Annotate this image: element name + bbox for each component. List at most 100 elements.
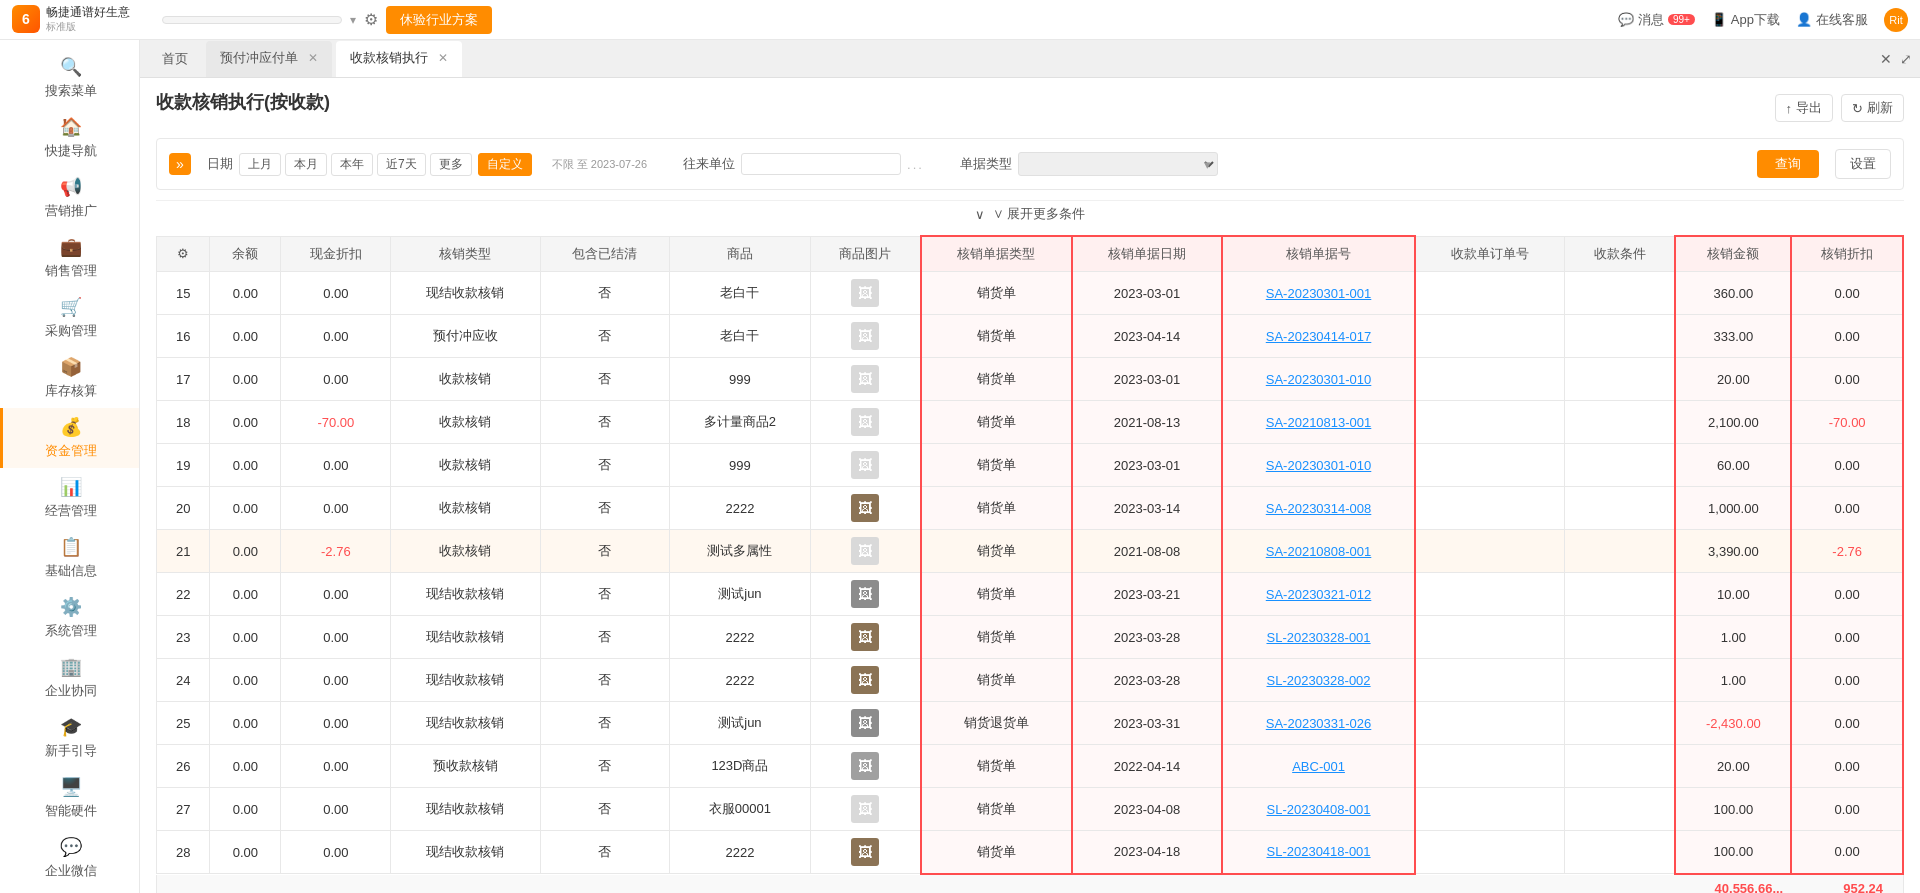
bill-no-link[interactable]: SL-20230408-001 [1266, 802, 1370, 817]
cell-collection-condition [1565, 272, 1676, 315]
cell-balance: 0.00 [210, 702, 281, 745]
bill-no-link[interactable]: SA-20210813-001 [1266, 415, 1372, 430]
sidebar-item-sys-mgmt[interactable]: ⚙️系统管理 [0, 588, 139, 648]
tab-home[interactable]: 首页 [148, 42, 202, 76]
query-button[interactable]: 查询 [1757, 150, 1819, 178]
cell-bill-no[interactable]: SA-20230301-010 [1222, 444, 1414, 487]
sidebar-item-enterprise-wx[interactable]: 💬企业微信 [0, 828, 139, 888]
gear-icon[interactable]: ⚙ [364, 10, 378, 29]
sidebar-item-newbie[interactable]: 🎓新手引导 [0, 708, 139, 768]
bill-type-filter-select[interactable] [1018, 152, 1218, 176]
bill-no-link[interactable]: SL-20230328-001 [1266, 630, 1370, 645]
app-download-button[interactable]: 📱 App下载 [1711, 11, 1780, 29]
bill-no-link[interactable]: SA-20230301-001 [1266, 286, 1372, 301]
expand-conditions-button[interactable]: ∨ ∨ 展开更多条件 [156, 200, 1904, 227]
bill-no-link[interactable]: SA-20210808-001 [1266, 544, 1372, 559]
bill-no-link[interactable]: SA-20230301-010 [1266, 372, 1372, 387]
bill-no-link[interactable]: SA-20230301-010 [1266, 458, 1372, 473]
cell-bill-no[interactable]: SL-20230408-001 [1222, 788, 1414, 831]
cell-goods: 2222 [670, 487, 811, 530]
date-btn-上月[interactable]: 上月 [239, 153, 281, 176]
sidebar-item-purchase-mgmt[interactable]: 🛒采购管理 [0, 288, 139, 348]
tab-close-collection[interactable]: ✕ [438, 51, 448, 65]
sidebar-item-search-menu[interactable]: 🔍搜索菜单 [0, 48, 139, 108]
sidebar-item-sales-mgmt[interactable]: 💼销售管理 [0, 228, 139, 288]
sidebar-item-biz-mgmt[interactable]: 📊经营管理 [0, 468, 139, 528]
cell-bill-no[interactable]: SL-20230328-001 [1222, 616, 1414, 659]
cell-include-settled: 否 [540, 702, 670, 745]
cell-verify-type: 收款核销 [391, 487, 540, 530]
setting-button[interactable]: 设置 [1835, 149, 1891, 179]
cell-goods-img: 🖼 [810, 831, 921, 874]
cell-goods: 2222 [670, 616, 811, 659]
tab-close-prepay[interactable]: ✕ [308, 51, 318, 65]
cell-balance: 0.00 [210, 831, 281, 874]
cell-balance: 0.00 [210, 530, 281, 573]
online-service-button[interactable]: 👤 在线客服 [1796, 11, 1868, 29]
cell-goods: 多计量商品2 [670, 401, 811, 444]
cell-verify-type: 收款核销 [391, 358, 540, 401]
message-button[interactable]: 💬 消息 99+ [1618, 11, 1695, 29]
sidebar-item-smart-hw[interactable]: 🖥️智能硬件 [0, 768, 139, 828]
product-image: 🖼 [851, 451, 879, 479]
bill-no-link[interactable]: ABC-001 [1292, 759, 1345, 774]
partner-filter-input[interactable] [741, 153, 901, 175]
cell-bill-no[interactable]: SA-20230314-008 [1222, 487, 1414, 530]
date-btn-更多[interactable]: 更多 [430, 153, 472, 176]
cell-verify-type: 收款核销 [391, 444, 540, 487]
sidebar-item-inventory[interactable]: 📦库存核算 [0, 348, 139, 408]
cell-bill-type: 销货单 [921, 788, 1072, 831]
bill-no-link[interactable]: SA-20230314-008 [1266, 501, 1372, 516]
sidebar: 🔍搜索菜单🏠快捷导航📢营销推广💼销售管理🛒采购管理📦库存核算💰资金管理📊经营管理… [0, 40, 140, 893]
cell-bill-no[interactable]: SL-20230418-001 [1222, 831, 1414, 874]
cell-collection-condition [1565, 573, 1676, 616]
cell-bill-no[interactable]: SA-20230321-012 [1222, 573, 1414, 616]
cell-verify-amount: 1.00 [1675, 616, 1791, 659]
sidebar-icon-smart-hw: 🖥️ [60, 776, 82, 798]
tab-collection[interactable]: 收款核销执行✕ [336, 41, 462, 77]
cell-collection-condition [1565, 358, 1676, 401]
chevron-down-icon[interactable]: ▾ [350, 13, 356, 27]
cell-bill-no[interactable]: SA-20210808-001 [1222, 530, 1414, 573]
cell-cash-discount: 0.00 [281, 487, 391, 530]
cell-verify-type: 收款核销 [391, 530, 540, 573]
filter-bar: » 日期 上月本月本年近7天更多 自定义 不限 至 2023-07-26 往来单… [156, 138, 1904, 190]
cell-include-settled: 否 [540, 530, 670, 573]
sidebar-item-fund-mgmt[interactable]: 💰资金管理 [0, 408, 139, 468]
user-avatar[interactable]: Rit [1884, 8, 1908, 32]
sidebar-item-enterprise[interactable]: 🏢企业协同 [0, 648, 139, 708]
sidebar-item-quick-nav[interactable]: 🏠快捷导航 [0, 108, 139, 168]
filter-expand-button[interactable]: » [169, 153, 191, 175]
bill-no-link[interactable]: SA-20230331-026 [1266, 716, 1372, 731]
custom-date-button[interactable]: 自定义 [478, 153, 532, 176]
date-btn-本月[interactable]: 本月 [285, 153, 327, 176]
export-button[interactable]: ↑ 导出 [1775, 94, 1834, 122]
cell-bill-type: 销货单 [921, 616, 1072, 659]
cell-bill-no[interactable]: SA-20230414-017 [1222, 315, 1414, 358]
cell-include-settled: 否 [540, 315, 670, 358]
cell-bill-no[interactable]: ABC-001 [1222, 745, 1414, 788]
bill-no-link[interactable]: SL-20230418-001 [1266, 844, 1370, 859]
cell-bill-no[interactable]: SA-20210813-001 [1222, 401, 1414, 444]
window-close-icon[interactable]: ✕ [1880, 51, 1892, 67]
cell-bill-no[interactable]: SL-20230328-002 [1222, 659, 1414, 702]
bill-no-link[interactable]: SA-20230321-012 [1266, 587, 1372, 602]
sidebar-item-member[interactable]: V畅会员 [0, 888, 139, 893]
tab-prepay[interactable]: 预付冲应付单✕ [206, 41, 332, 77]
bill-no-link[interactable]: SA-20230414-017 [1266, 329, 1372, 344]
cell-verify-discount: 0.00 [1791, 745, 1903, 788]
cell-bill-no[interactable]: SA-20230301-001 [1222, 272, 1414, 315]
cell-bill-no[interactable]: SA-20230331-026 [1222, 702, 1414, 745]
cell-bill-no[interactable]: SA-20230301-010 [1222, 358, 1414, 401]
sidebar-item-marketing[interactable]: 📢营销推广 [0, 168, 139, 228]
date-btn-本年[interactable]: 本年 [331, 153, 373, 176]
product-image: 🖼 [851, 537, 879, 565]
cell-goods-img: 🖼 [810, 315, 921, 358]
date-btn-近7天[interactable]: 近7天 [377, 153, 426, 176]
window-expand-icon[interactable]: ⤢ [1900, 51, 1912, 67]
sidebar-label-inventory: 库存核算 [45, 382, 97, 400]
refresh-button[interactable]: ↻ 刷新 [1841, 94, 1904, 122]
solution-button[interactable]: 休验行业方案 [386, 6, 492, 34]
sidebar-item-basic-info[interactable]: 📋基础信息 [0, 528, 139, 588]
bill-no-link[interactable]: SL-20230328-002 [1266, 673, 1370, 688]
